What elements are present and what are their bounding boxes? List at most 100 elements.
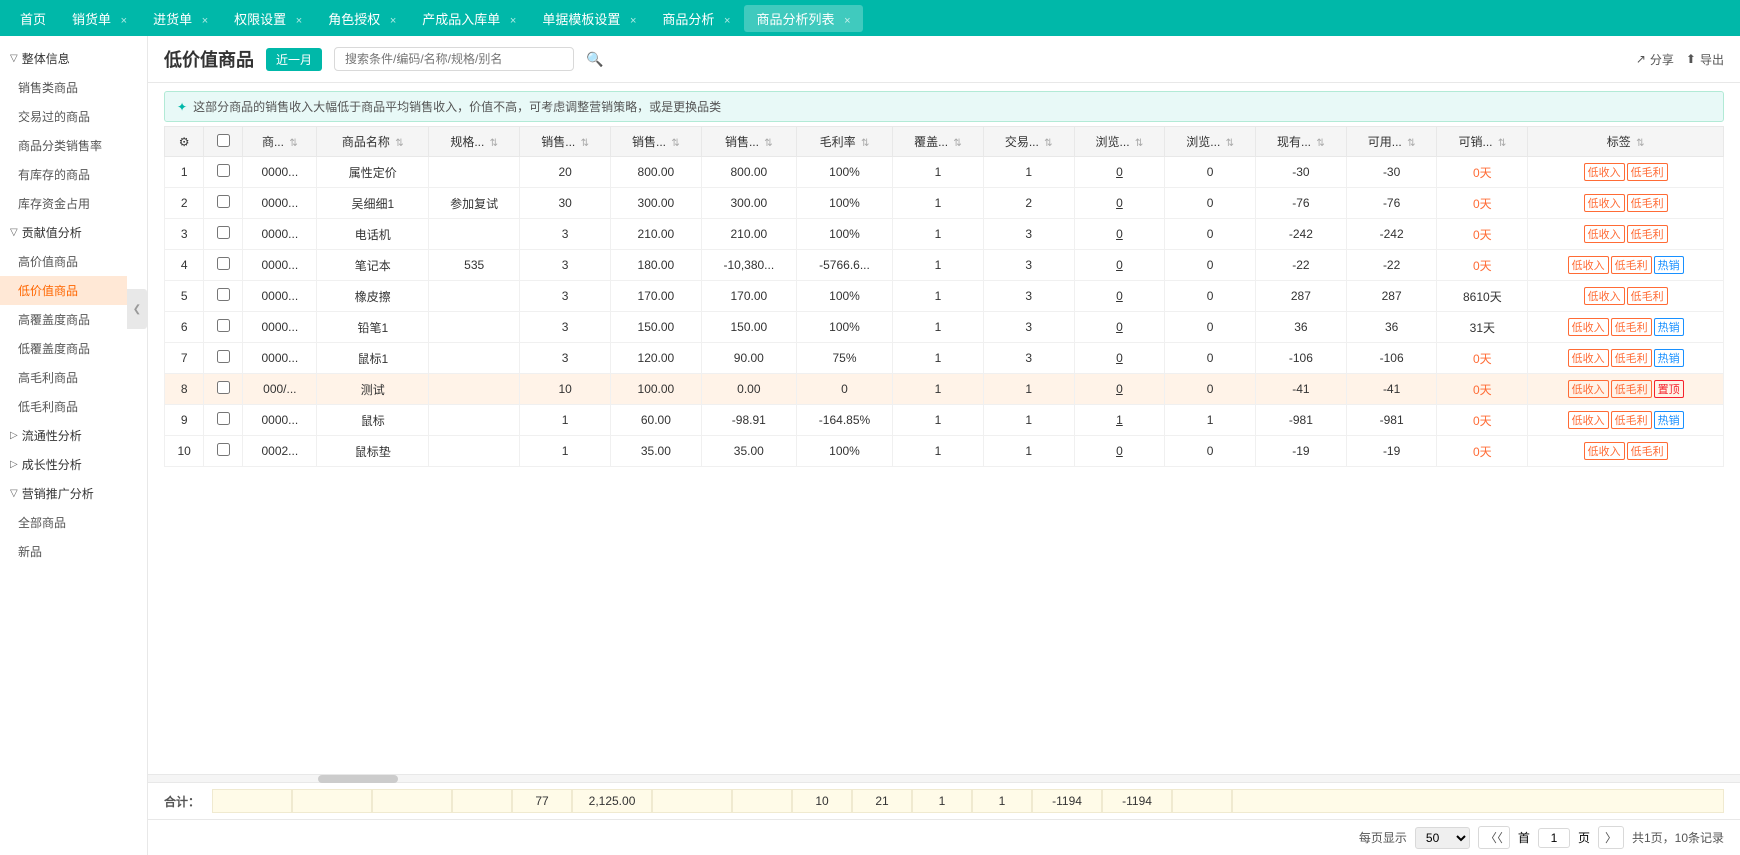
cell-checkbox[interactable] [204,157,243,188]
row-checkbox[interactable] [217,350,230,363]
sidebar-item-stock-fund[interactable]: 库存资金占用 [0,189,127,218]
sidebar-group-contribution[interactable]: ▽ 贡献值分析 [0,218,127,247]
sidebar-item-high-margin[interactable]: 高毛利商品 [0,363,127,392]
sidebar-group-circulation[interactable]: ▷ 流通性分析 [0,421,127,450]
page-size-select[interactable]: 50 100 [1415,827,1470,849]
col-sales-amount[interactable]: 销售... ⇅ [611,127,702,157]
row-checkbox[interactable] [217,443,230,456]
col-views2[interactable]: 浏览... ⇅ [1165,127,1256,157]
col-sales-qty[interactable]: 销售... ⇅ [520,127,611,157]
nav-purchase[interactable]: 进货单 × [141,5,220,32]
col-checkbox[interactable] [204,127,243,157]
page-number-input[interactable] [1538,828,1570,848]
cell-views1[interactable]: 0 [1074,312,1165,343]
cell-views1[interactable]: 0 [1074,374,1165,405]
cell-views1[interactable]: 0 [1074,157,1165,188]
cell-checkbox[interactable] [204,374,243,405]
cell-views1[interactable]: 0 [1074,436,1165,467]
sidebar-item-new-products[interactable]: 新品 [0,537,127,566]
export-button[interactable]: ⬆ 导出 [1686,51,1724,68]
col-settings[interactable]: ⚙ [165,127,204,157]
close-permissions-icon[interactable]: × [296,15,302,27]
row-checkbox[interactable] [217,381,230,394]
sidebar-item-high-coverage[interactable]: 高覆盖度商品 [0,305,127,334]
row-checkbox[interactable] [217,412,230,425]
nav-product-list[interactable]: 商品分析列表 × [744,5,862,32]
col-sales-cost[interactable]: 销售... ⇅ [701,127,796,157]
sidebar-collapse-button[interactable]: ❮ [127,289,147,329]
nav-permissions[interactable]: 权限设置 × [222,5,314,32]
views1-link[interactable]: 0 [1116,227,1123,241]
cell-checkbox[interactable] [204,436,243,467]
sidebar-group-growth[interactable]: ▷ 成长性分析 [0,450,127,479]
col-spec[interactable]: 规格... ⇅ [429,127,520,157]
sidebar-item-high-value[interactable]: 高价值商品 [0,247,127,276]
row-checkbox[interactable] [217,288,230,301]
nav-product-analysis[interactable]: 商品分析 × [650,5,742,32]
views1-link[interactable]: 0 [1116,382,1123,396]
sidebar-item-low-value[interactable]: 低价值商品 [0,276,127,305]
sidebar-item-all-products[interactable]: 全部商品 [0,508,127,537]
nav-stock[interactable]: 产成品入库单 × [410,5,528,32]
col-current-stock[interactable]: 现有... ⇅ [1256,127,1347,157]
cell-checkbox[interactable] [204,219,243,250]
cell-checkbox[interactable] [204,312,243,343]
nav-sales[interactable]: 销货单 × [60,5,139,32]
cell-checkbox[interactable] [204,250,243,281]
sidebar-item-low-margin[interactable]: 低毛利商品 [0,392,127,421]
next-page-button[interactable]: 〉 [1598,826,1624,849]
close-template-icon[interactable]: × [630,15,636,27]
views1-link[interactable]: 0 [1116,444,1123,458]
select-all-checkbox[interactable] [217,134,230,147]
nav-home[interactable]: 首页 [8,5,58,32]
sidebar-group-overall[interactable]: ▽ 整体信息 [0,44,127,73]
close-sales-icon[interactable]: × [121,15,127,27]
filter-button[interactable]: 近一月 [266,48,322,71]
cell-views1[interactable]: 0 [1074,188,1165,219]
first-page-button[interactable]: 〈〈 [1478,826,1510,849]
sidebar-item-low-coverage[interactable]: 低覆盖度商品 [0,334,127,363]
row-checkbox[interactable] [217,195,230,208]
cell-views1[interactable]: 1 [1074,405,1165,436]
views1-link[interactable]: 0 [1116,258,1123,272]
col-views1[interactable]: 浏览... ⇅ [1074,127,1165,157]
row-checkbox[interactable] [217,319,230,332]
close-purchase-icon[interactable]: × [202,15,208,27]
views1-link[interactable]: 0 [1116,320,1123,334]
col-coverage[interactable]: 覆盖... ⇅ [893,127,984,157]
col-margin[interactable]: 毛利率 ⇅ [796,127,892,157]
views1-link[interactable]: 0 [1116,351,1123,365]
close-product-analysis-icon[interactable]: × [724,15,730,27]
cell-views1[interactable]: 0 [1074,343,1165,374]
share-button[interactable]: ↗ 分享 [1636,51,1674,68]
col-name[interactable]: 商品名称 ⇅ [317,127,429,157]
views1-link[interactable]: 0 [1116,165,1123,179]
row-checkbox[interactable] [217,226,230,239]
cell-checkbox[interactable] [204,405,243,436]
sidebar-item-traded-products[interactable]: 交易过的商品 [0,102,127,131]
nav-template[interactable]: 单据模板设置 × [530,5,648,32]
views1-link[interactable]: 0 [1116,196,1123,210]
search-icon[interactable]: 🔍 [586,51,603,68]
search-input[interactable] [334,47,574,71]
cell-views1[interactable]: 0 [1074,250,1165,281]
sidebar-item-sales-products[interactable]: 销售类商品 [0,73,127,102]
cell-checkbox[interactable] [204,188,243,219]
col-tags[interactable]: 标签 ⇅ [1528,127,1724,157]
cell-views1[interactable]: 0 [1074,281,1165,312]
col-transactions[interactable]: 交易... ⇅ [983,127,1074,157]
horizontal-scrollbar[interactable] [148,774,1740,782]
col-code[interactable]: 商... ⇅ [243,127,317,157]
sidebar-group-marketing[interactable]: ▽ 营销推广分析 [0,479,127,508]
views1-link[interactable]: 1 [1116,413,1123,427]
views1-link[interactable]: 0 [1116,289,1123,303]
close-stock-icon[interactable]: × [510,15,516,27]
scrollbar-thumb[interactable] [318,775,398,783]
cell-checkbox[interactable] [204,281,243,312]
cell-views1[interactable]: 0 [1074,219,1165,250]
col-available-stock[interactable]: 可用... ⇅ [1346,127,1437,157]
close-product-list-icon[interactable]: × [844,15,850,27]
sidebar-item-stocked-products[interactable]: 有库存的商品 [0,160,127,189]
row-checkbox[interactable] [217,257,230,270]
row-checkbox[interactable] [217,164,230,177]
